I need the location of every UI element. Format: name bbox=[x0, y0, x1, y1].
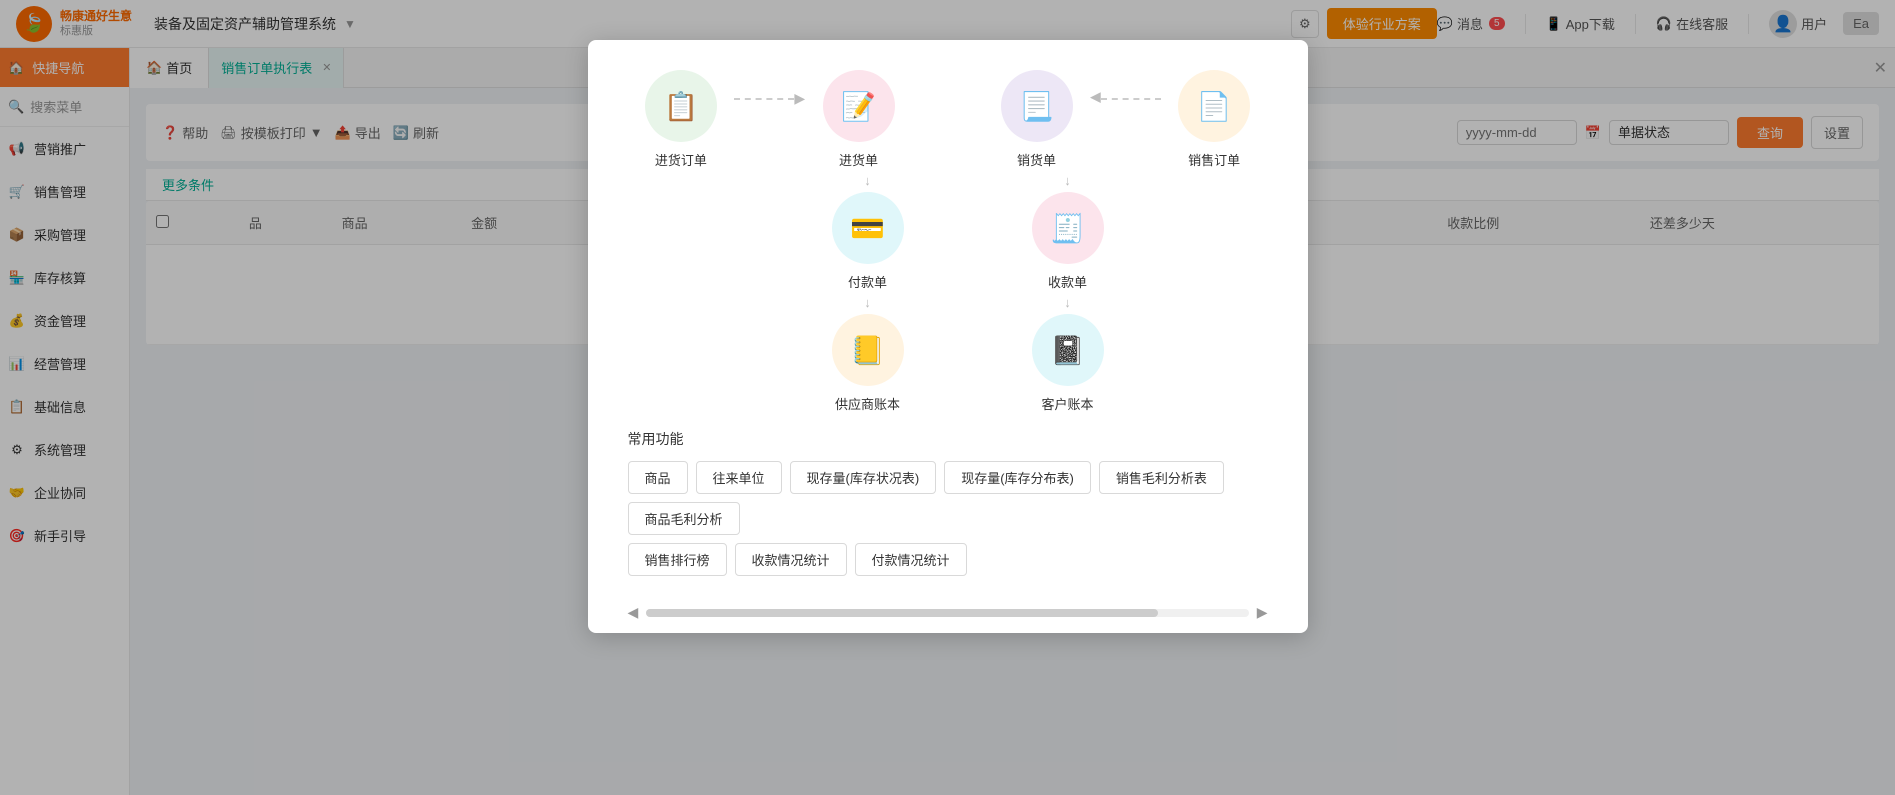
content-area: 🏠 首页 销售订单执行表 ✕ ✕ ❓ 帮助 bbox=[130, 48, 1895, 795]
btn-sales-ranking[interactable]: 销售排行榜 bbox=[628, 543, 727, 576]
purchase-order-label: 进货订单 bbox=[655, 150, 707, 169]
scrollbar-thumb[interactable] bbox=[646, 609, 1158, 617]
flow-item-sales-order[interactable]: 📄 销售订单 bbox=[1161, 70, 1268, 169]
modal-body: 📋 进货订单 ▶ bbox=[588, 48, 1308, 596]
receipt-bill-label: 收款单 bbox=[1048, 272, 1087, 291]
modal-scrollbar-area: ◀ ▶ bbox=[588, 596, 1308, 633]
btn-partners[interactable]: 往来单位 bbox=[696, 461, 782, 494]
btn-payment-stats[interactable]: 付款情况统计 bbox=[855, 543, 967, 576]
customer-ledger-label: 客户账本 bbox=[1041, 394, 1093, 413]
quick-nav-modal: 📋 进货订单 ▶ bbox=[588, 48, 1308, 633]
sales-bill-label: 销货单 bbox=[1017, 150, 1056, 169]
receipt-bill-icon: 🧾 bbox=[1032, 192, 1104, 264]
arrow-sales-order-to-bill: ▶ bbox=[1090, 70, 1161, 107]
flow-item-purchase-bill[interactable]: 📝 进货单 bbox=[805, 70, 912, 169]
payment-bill-icon: 💳 bbox=[832, 192, 904, 264]
common-buttons-row2: 销售排行榜 收款情况统计 付款情况统计 bbox=[628, 543, 1268, 576]
btn-goods-gross-profit[interactable]: 商品毛利分析 bbox=[628, 502, 740, 535]
scroll-left-button[interactable]: ◀ bbox=[628, 604, 639, 621]
supplier-ledger-icon: 📒 bbox=[832, 314, 904, 386]
btn-receipt-stats[interactable]: 收款情况统计 bbox=[735, 543, 847, 576]
sales-bill-icon: 📃 bbox=[1001, 70, 1073, 142]
purchase-order-icon: 📋 bbox=[645, 70, 717, 142]
btn-stock-distribution[interactable]: 现存量(库存分布表) bbox=[944, 461, 1091, 494]
flow-item-sales-bill[interactable]: 📃 销货单 bbox=[983, 70, 1090, 169]
common-functions-section: 常用功能 商品 往来单位 现存量(库存状况表) 现存量(库存分布表) 销售毛利分… bbox=[628, 429, 1268, 576]
btn-sales-gross-profit[interactable]: 销售毛利分析表 bbox=[1099, 461, 1224, 494]
flow-item-customer-ledger[interactable]: 📓 客户账本 bbox=[1008, 314, 1128, 413]
payment-bill-label: 付款单 bbox=[848, 272, 887, 291]
modal-overlay: 📋 进货订单 ▶ bbox=[130, 48, 1895, 795]
sales-order-label: 销售订单 bbox=[1188, 150, 1240, 169]
arrow-down-payment: ↓ bbox=[808, 295, 928, 310]
flow-item-purchase-order[interactable]: 📋 进货订单 bbox=[628, 70, 735, 169]
supplier-ledger-label: 供应商账本 bbox=[835, 394, 900, 413]
arrow-purchase-to-bill: ▶ bbox=[734, 70, 805, 107]
flow-item-receipt-bill[interactable]: 🧾 收款单 bbox=[1008, 192, 1128, 291]
btn-stock-status[interactable]: 现存量(库存状况表) bbox=[790, 461, 937, 494]
purchase-bill-icon: 📝 bbox=[823, 70, 895, 142]
arrow-down-receipt: ↓ bbox=[1008, 295, 1128, 310]
scrollbar-track bbox=[646, 609, 1248, 617]
flow-item-payment-bill[interactable]: 💳 付款单 bbox=[808, 192, 928, 291]
scroll-right-button[interactable]: ▶ bbox=[1257, 604, 1268, 621]
customer-ledger-icon: 📓 bbox=[1032, 314, 1104, 386]
purchase-bill-label: 进货单 bbox=[839, 150, 878, 169]
btn-goods[interactable]: 商品 bbox=[628, 461, 688, 494]
arrow-down-sales-bill: ↓ bbox=[1008, 173, 1128, 188]
common-buttons-row1: 商品 往来单位 现存量(库存状况表) 现存量(库存分布表) 销售毛利分析表 商品… bbox=[628, 461, 1268, 535]
arrow-down-purchase-bill: ↓ bbox=[808, 173, 928, 188]
flow-item-supplier-ledger[interactable]: 📒 供应商账本 bbox=[808, 314, 928, 413]
common-functions-title: 常用功能 bbox=[628, 429, 1268, 449]
sales-order-icon: 📄 bbox=[1178, 70, 1250, 142]
